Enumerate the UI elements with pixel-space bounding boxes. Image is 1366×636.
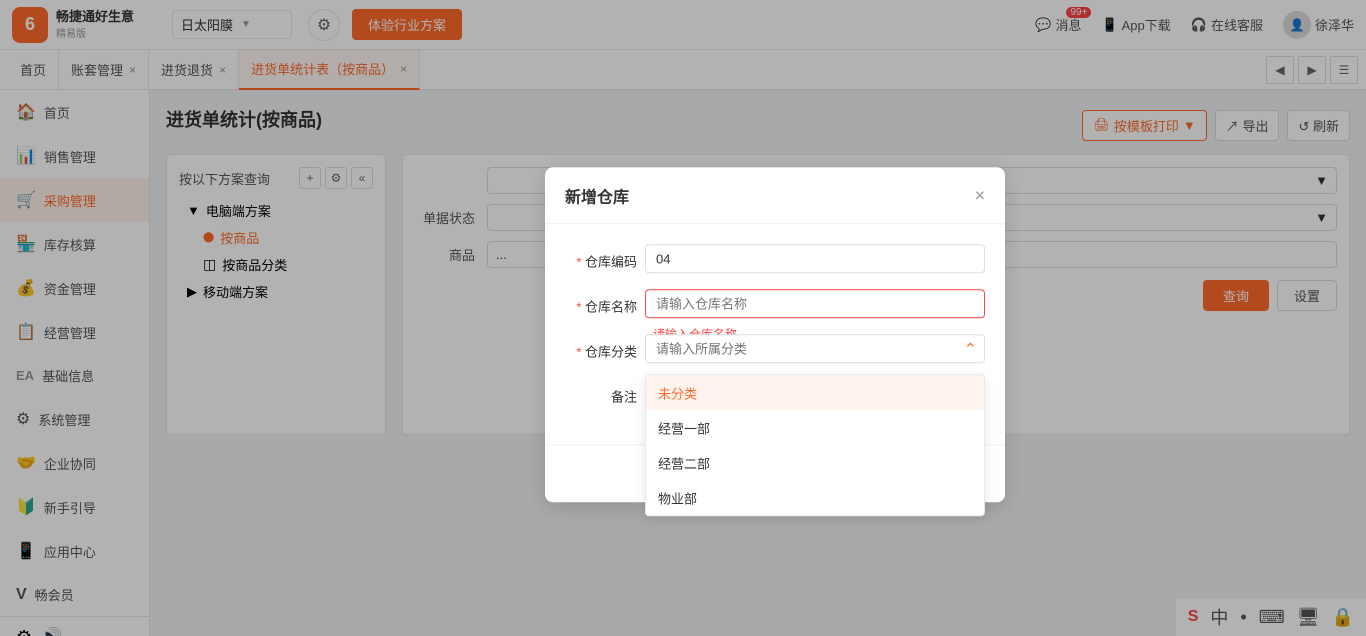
form-row-category: 仓库分类 ⌃ 未分类 经营一部 经营二部 物业部 [565, 334, 985, 363]
category-input[interactable] [645, 334, 985, 363]
dropdown-item-1[interactable]: 经营一部 [646, 410, 984, 445]
dropdown-item-2[interactable]: 经营二部 [646, 445, 984, 480]
category-dropdown: 未分类 经营一部 经营二部 物业部 [645, 374, 985, 516]
form-row-name: 仓库名称 请输入仓库名称 [565, 289, 985, 318]
modal-title: 新增仓库 [565, 183, 629, 207]
dropdown-item-0[interactable]: 未分类 [646, 375, 984, 410]
name-label: 仓库名称 [565, 289, 645, 315]
remark-label: 备注 [565, 379, 645, 405]
modal-body: 仓库编码 仓库名称 请输入仓库名称 仓库分类 ⌃ 未分类 经营一部 经营二部 物… [545, 224, 1005, 444]
category-toggle-icon[interactable]: ⌃ [964, 339, 977, 359]
modal-header: 新增仓库 × [545, 167, 1005, 224]
form-row-code: 仓库编码 [565, 244, 985, 273]
category-wrapper: ⌃ 未分类 经营一部 经营二部 物业部 [645, 334, 985, 363]
warehouse-code-input[interactable] [645, 244, 985, 273]
category-label: 仓库分类 [565, 334, 645, 360]
modal-close-button[interactable]: × [974, 185, 985, 206]
new-warehouse-modal: 新增仓库 × 仓库编码 仓库名称 请输入仓库名称 仓库分类 ⌃ 未分类 经营一部 [545, 167, 1005, 502]
code-label: 仓库编码 [565, 244, 645, 270]
warehouse-name-input[interactable] [645, 289, 985, 318]
dropdown-item-3[interactable]: 物业部 [646, 480, 984, 515]
